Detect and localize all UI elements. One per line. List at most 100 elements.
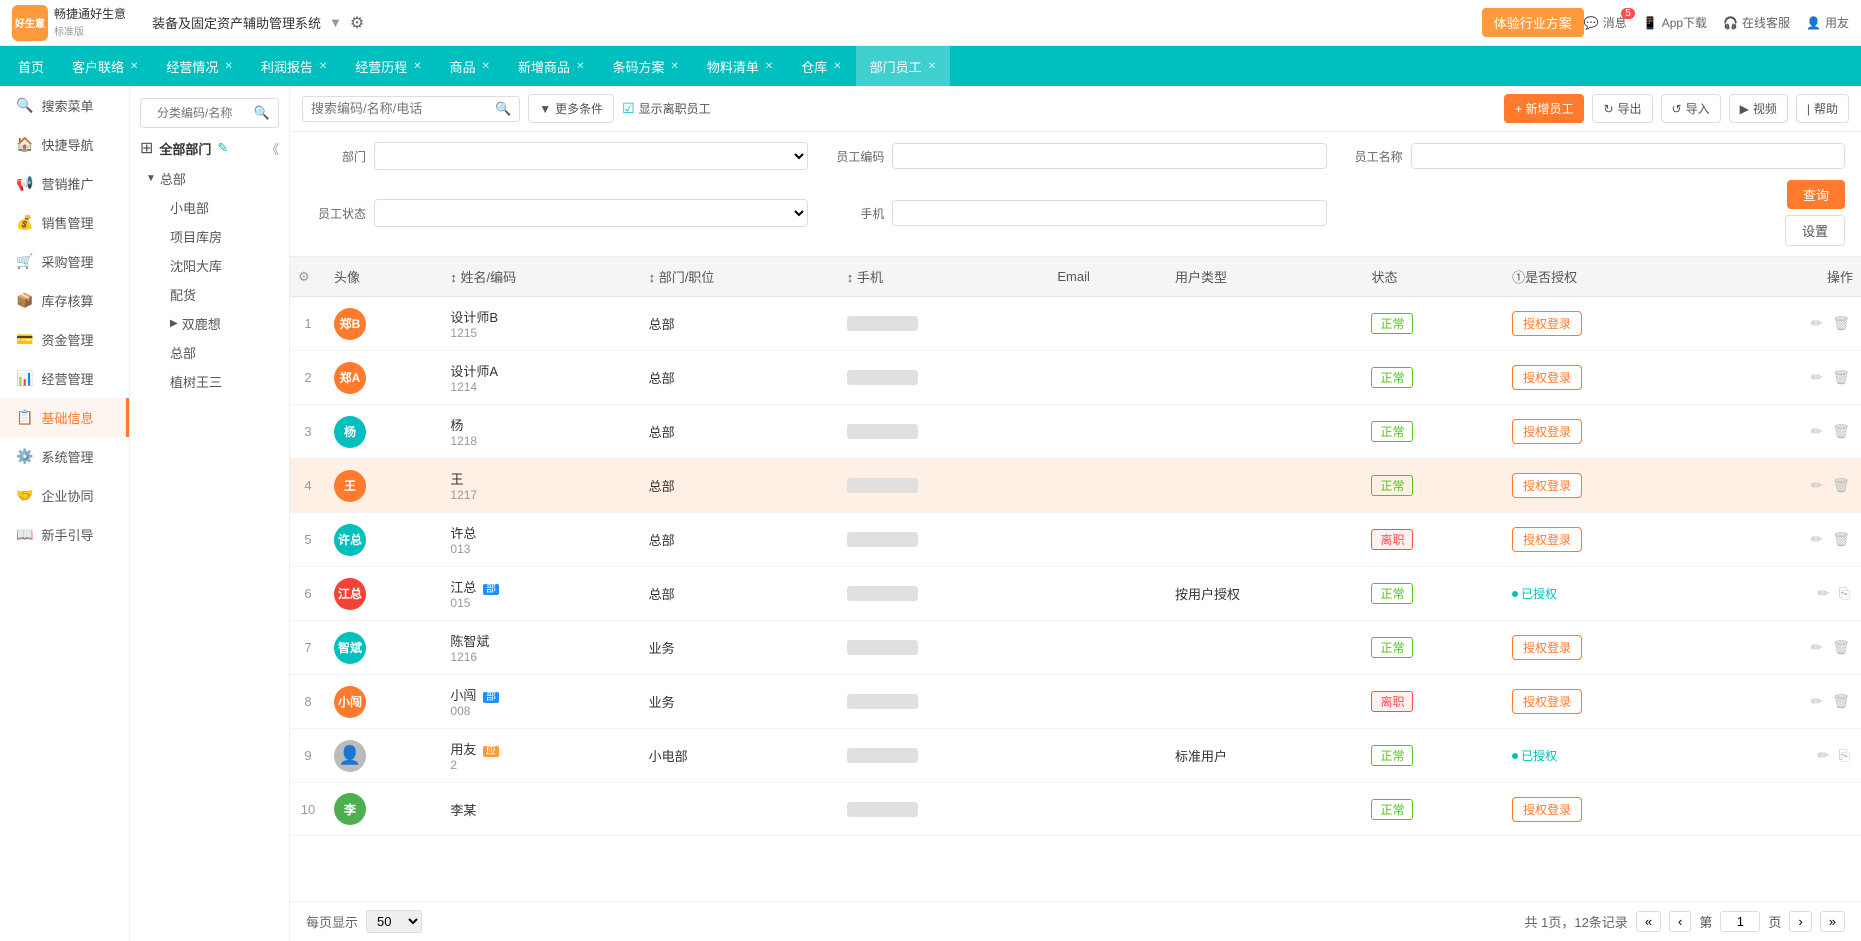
tree-node-hq[interactable]: 总部 — [150, 338, 289, 367]
nav-tab-home[interactable]: 首页 — [4, 46, 58, 86]
delete-btn[interactable]: 🗑 — [1832, 693, 1850, 709]
import-btn[interactable]: ↺ 导入 — [1661, 94, 1721, 123]
close-icon[interactable]: ✕ — [319, 61, 327, 72]
phone-input[interactable] — [892, 200, 1326, 226]
auth-btn[interactable]: 授权登录 — [1512, 689, 1582, 714]
delete-btn[interactable]: 🗑 — [1832, 531, 1850, 547]
view-btn[interactable]: ▶ 视频 — [1729, 94, 1788, 123]
edit-btn[interactable]: ✏ — [1817, 585, 1829, 601]
close-icon[interactable]: ✕ — [413, 61, 421, 72]
delete-btn[interactable]: 🗑 — [1832, 477, 1850, 493]
sidebar-item-sales[interactable]: 💰 销售管理 — [0, 203, 129, 242]
auth-btn[interactable]: 授权登录 — [1512, 797, 1582, 822]
nav-tab-operation[interactable]: 经营情况 ✕ — [152, 46, 246, 86]
query-btn[interactable]: 查询 — [1787, 180, 1845, 209]
tree-node-shuanglu[interactable]: ▶ 双鹿想 — [150, 309, 289, 338]
nav-tab-warehouse[interactable]: 仓库 ✕ — [787, 46, 855, 86]
delete-btn[interactable]: 🗑 — [1832, 315, 1850, 331]
edit-btn[interactable]: ✏ — [1811, 477, 1823, 493]
collapse-icon[interactable]: 《 — [266, 139, 279, 158]
tree-node-delivery[interactable]: 配货 — [150, 280, 289, 309]
close-icon[interactable]: ✕ — [482, 61, 490, 72]
auth-btn[interactable]: 授权登录 — [1512, 473, 1582, 498]
setting-btn[interactable]: 设置 — [1785, 215, 1845, 246]
tree-node-zhishu[interactable]: 植树王三 — [150, 367, 289, 396]
edit-btn[interactable]: ✏ — [1817, 747, 1829, 763]
sidebar-item-management[interactable]: 📊 经营管理 — [0, 359, 129, 398]
auth-btn[interactable]: 授权登录 — [1512, 365, 1582, 390]
message-btn[interactable]: 💬 消息 5 — [1584, 14, 1627, 31]
nav-tab-employees[interactable]: 部门员工 ✕ — [856, 46, 950, 86]
auth-btn[interactable]: 授权登录 — [1512, 635, 1582, 660]
nav-tab-new-goods[interactable]: 新增商品 ✕ — [504, 46, 598, 86]
sidebar-item-search[interactable]: 🔍 搜索菜单 — [0, 86, 129, 125]
close-icon[interactable]: ✕ — [130, 61, 138, 72]
close-icon[interactable]: ✕ — [833, 61, 841, 72]
delete-btn[interactable]: 🗑 — [1832, 639, 1850, 655]
copy-btn[interactable]: ⎘ — [1839, 747, 1850, 763]
nav-tab-bom[interactable]: 物料清单 ✕ — [693, 46, 787, 86]
sidebar-item-nav[interactable]: 🏠 快捷导航 — [0, 125, 129, 164]
search-input[interactable] — [311, 101, 491, 116]
tree-node-general[interactable]: ▼ 总部 — [130, 164, 289, 193]
nav-tab-history[interactable]: 经营历程 ✕ — [341, 46, 435, 86]
nav-tab-customer[interactable]: 客户联络 ✕ — [58, 46, 152, 86]
close-icon[interactable]: ✕ — [928, 61, 936, 72]
dept-select[interactable] — [374, 142, 808, 170]
tree-node-project[interactable]: 项目库房 — [150, 222, 289, 251]
nav-tab-profit[interactable]: 利润报告 ✕ — [247, 46, 341, 86]
table-settings-icon[interactable]: ⚙ — [298, 269, 310, 284]
help-btn[interactable]: | 帮助 — [1796, 94, 1849, 123]
edit-btn[interactable]: ✏ — [1811, 639, 1823, 655]
show-resigned-toggle[interactable]: ☑ 显示离职员工 — [622, 100, 711, 117]
col-dept[interactable]: ↕ 部门/职位 — [641, 257, 839, 297]
page-size-select[interactable]: 50 20 100 — [366, 910, 422, 933]
edit-btn[interactable]: ✏ — [1811, 369, 1823, 385]
prev-page-btn[interactable]: ‹ — [1669, 911, 1691, 932]
edit-btn[interactable]: ✏ — [1811, 315, 1823, 331]
sidebar-item-system[interactable]: ⚙️ 系统管理 — [0, 437, 129, 476]
col-name[interactable]: ↕ 姓名/编码 — [442, 257, 640, 297]
online-support-btn[interactable]: 🎧 在线客服 — [1723, 14, 1790, 31]
nav-tab-barcode[interactable]: 条码方案 ✕ — [598, 46, 692, 86]
tree-node-shenyang[interactable]: 沈阳大库 — [150, 251, 289, 280]
edit-btn[interactable]: ✏ — [1811, 531, 1823, 547]
add-employee-btn[interactable]: + 新增员工 — [1504, 94, 1584, 123]
edit-btn[interactable]: ✏ — [1811, 423, 1823, 439]
gear-icon[interactable]: ⚙ — [350, 13, 364, 33]
tree-node-small-elec[interactable]: 小电部 — [150, 193, 289, 222]
edit-btn[interactable]: ✏ — [1811, 693, 1823, 709]
sidebar-item-guide[interactable]: 📖 新手引导 — [0, 515, 129, 554]
next-page-btn[interactable]: › — [1789, 911, 1811, 932]
edit-icon[interactable]: ✎ — [217, 140, 228, 156]
close-icon[interactable]: ✕ — [670, 61, 678, 72]
emp-status-select[interactable] — [374, 199, 808, 227]
export-btn[interactable]: ↻ 导出 — [1592, 94, 1652, 123]
first-page-btn[interactable]: « — [1636, 911, 1661, 932]
close-icon[interactable]: ✕ — [765, 61, 773, 72]
auth-btn[interactable]: 授权登录 — [1512, 527, 1582, 552]
sidebar-item-collab[interactable]: 🤝 企业协同 — [0, 476, 129, 515]
sidebar-item-base-info[interactable]: 📋 基础信息 — [0, 398, 129, 437]
dept-search-input[interactable] — [149, 103, 250, 123]
trial-button[interactable]: 体验行业方案 — [1482, 8, 1584, 37]
col-phone[interactable]: ↕ 手机 — [839, 257, 1050, 297]
more-conditions-btn[interactable]: ▼ 更多条件 — [528, 94, 614, 123]
emp-code-input[interactable] — [892, 143, 1326, 169]
delete-btn[interactable]: 🗑 — [1832, 369, 1850, 385]
current-page-input[interactable] — [1720, 911, 1760, 932]
sidebar-item-marketing[interactable]: 📢 营销推广 — [0, 164, 129, 203]
delete-btn[interactable]: 🗑 — [1832, 423, 1850, 439]
auth-btn[interactable]: 授权登录 — [1512, 311, 1582, 336]
auth-btn[interactable]: 授权登录 — [1512, 419, 1582, 444]
close-icon[interactable]: ✕ — [576, 61, 584, 72]
all-dept-label[interactable]: 全部部门 — [159, 139, 211, 158]
emp-name-input[interactable] — [1411, 143, 1845, 169]
app-download-btn[interactable]: 📱 App下载 — [1643, 14, 1707, 31]
copy-btn[interactable]: ⎘ — [1839, 585, 1850, 601]
close-icon[interactable]: ✕ — [224, 61, 232, 72]
sidebar-item-inventory[interactable]: 📦 库存核算 — [0, 281, 129, 320]
last-page-btn[interactable]: » — [1820, 911, 1845, 932]
nav-tab-goods[interactable]: 商品 ✕ — [436, 46, 504, 86]
sidebar-item-finance[interactable]: 💳 资金管理 — [0, 320, 129, 359]
